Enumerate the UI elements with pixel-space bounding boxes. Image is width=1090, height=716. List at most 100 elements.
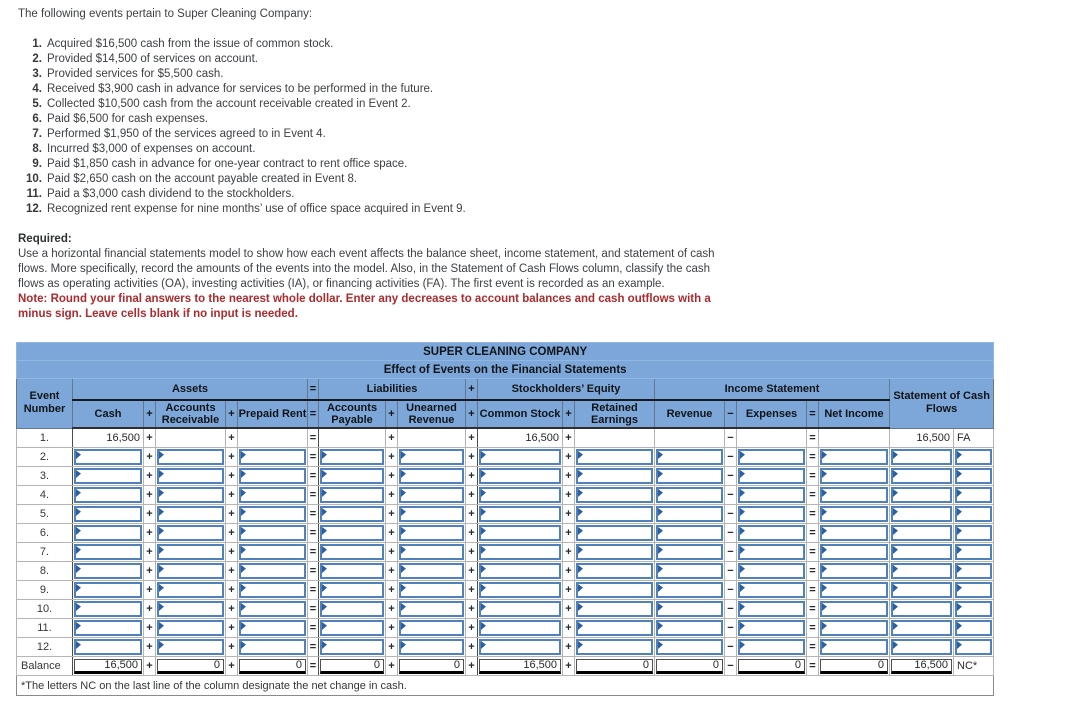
input-ap[interactable] — [320, 449, 384, 465]
input-cf_amount[interactable] — [891, 639, 952, 655]
input-common[interactable] — [479, 544, 561, 560]
input-prepaid[interactable] — [239, 601, 306, 617]
input-cf_code[interactable] — [955, 601, 993, 617]
input-prepaid[interactable] — [239, 563, 306, 579]
input-ap[interactable] — [320, 582, 384, 598]
input-cash[interactable] — [74, 468, 142, 484]
input-cf_code[interactable] — [955, 582, 993, 598]
input-expenses[interactable] — [738, 601, 805, 617]
input-ap[interactable] — [320, 544, 384, 560]
input-cf_amount[interactable] — [891, 582, 952, 598]
input-cf_code[interactable] — [955, 639, 993, 655]
input-unearned[interactable] — [399, 544, 464, 560]
input-common[interactable] — [479, 468, 561, 484]
input-net_income[interactable] — [820, 620, 888, 636]
input-cash[interactable] — [74, 449, 142, 465]
input-cf_code[interactable] — [955, 506, 993, 522]
input-retained[interactable] — [576, 620, 653, 636]
input-cf_code[interactable] — [955, 525, 993, 541]
input-ap[interactable] — [320, 487, 384, 503]
input-cash[interactable] — [74, 601, 142, 617]
input-revenue[interactable] — [656, 601, 723, 617]
input-cf_code[interactable] — [955, 449, 993, 465]
input-expenses[interactable] — [738, 544, 805, 560]
input-net_income[interactable] — [820, 639, 888, 655]
input-ap[interactable] — [320, 506, 384, 522]
input-ar[interactable] — [157, 620, 224, 636]
input-unearned[interactable] — [399, 582, 464, 598]
input-revenue[interactable] — [656, 468, 723, 484]
input-prepaid[interactable] — [239, 468, 306, 484]
input-cf_amount[interactable] — [891, 468, 952, 484]
input-ar[interactable] — [157, 639, 224, 655]
input-revenue[interactable] — [656, 544, 723, 560]
input-net_income[interactable] — [820, 449, 888, 465]
input-ar[interactable] — [157, 449, 224, 465]
input-revenue[interactable] — [656, 487, 723, 503]
input-common[interactable] — [479, 506, 561, 522]
input-unearned[interactable] — [399, 487, 464, 503]
input-prepaid[interactable] — [239, 487, 306, 503]
input-cf_amount[interactable] — [891, 620, 952, 636]
input-prepaid[interactable] — [239, 620, 306, 636]
input-prepaid[interactable] — [239, 506, 306, 522]
input-expenses[interactable] — [738, 582, 805, 598]
input-ap[interactable] — [320, 639, 384, 655]
input-retained[interactable] — [576, 487, 653, 503]
input-ap[interactable] — [320, 620, 384, 636]
input-ar[interactable] — [157, 582, 224, 598]
input-expenses[interactable] — [738, 639, 805, 655]
input-retained[interactable] — [576, 468, 653, 484]
input-cf_amount[interactable] — [891, 563, 952, 579]
input-revenue[interactable] — [656, 506, 723, 522]
input-common[interactable] — [479, 601, 561, 617]
input-revenue[interactable] — [656, 582, 723, 598]
input-cf_code[interactable] — [955, 544, 993, 560]
input-unearned[interactable] — [399, 601, 464, 617]
input-net_income[interactable] — [820, 506, 888, 522]
input-cf_amount[interactable] — [891, 544, 952, 560]
input-net_income[interactable] — [820, 525, 888, 541]
input-unearned[interactable] — [399, 506, 464, 522]
input-prepaid[interactable] — [239, 449, 306, 465]
input-retained[interactable] — [576, 639, 653, 655]
input-unearned[interactable] — [399, 620, 464, 636]
input-unearned[interactable] — [399, 449, 464, 465]
input-cf_code[interactable] — [955, 468, 993, 484]
input-revenue[interactable] — [656, 525, 723, 541]
input-common[interactable] — [479, 620, 561, 636]
input-net_income[interactable] — [820, 487, 888, 503]
input-net_income[interactable] — [820, 582, 888, 598]
input-net_income[interactable] — [820, 468, 888, 484]
input-retained[interactable] — [576, 449, 653, 465]
input-common[interactable] — [479, 487, 561, 503]
input-ar[interactable] — [157, 506, 224, 522]
input-retained[interactable] — [576, 563, 653, 579]
input-cash[interactable] — [74, 544, 142, 560]
input-unearned[interactable] — [399, 468, 464, 484]
input-ap[interactable] — [320, 601, 384, 617]
input-revenue[interactable] — [656, 449, 723, 465]
input-revenue[interactable] — [656, 563, 723, 579]
input-unearned[interactable] — [399, 563, 464, 579]
input-retained[interactable] — [576, 525, 653, 541]
input-expenses[interactable] — [738, 449, 805, 465]
input-prepaid[interactable] — [239, 525, 306, 541]
input-cash[interactable] — [74, 639, 142, 655]
input-net_income[interactable] — [820, 563, 888, 579]
input-ap[interactable] — [320, 468, 384, 484]
input-unearned[interactable] — [399, 639, 464, 655]
input-common[interactable] — [479, 563, 561, 579]
input-cf_amount[interactable] — [891, 449, 952, 465]
input-cf_amount[interactable] — [891, 525, 952, 541]
input-ar[interactable] — [157, 525, 224, 541]
input-ar[interactable] — [157, 468, 224, 484]
input-ar[interactable] — [157, 601, 224, 617]
input-common[interactable] — [479, 449, 561, 465]
input-cf_amount[interactable] — [891, 487, 952, 503]
input-unearned[interactable] — [399, 525, 464, 541]
input-prepaid[interactable] — [239, 639, 306, 655]
input-expenses[interactable] — [738, 487, 805, 503]
input-common[interactable] — [479, 639, 561, 655]
input-common[interactable] — [479, 525, 561, 541]
